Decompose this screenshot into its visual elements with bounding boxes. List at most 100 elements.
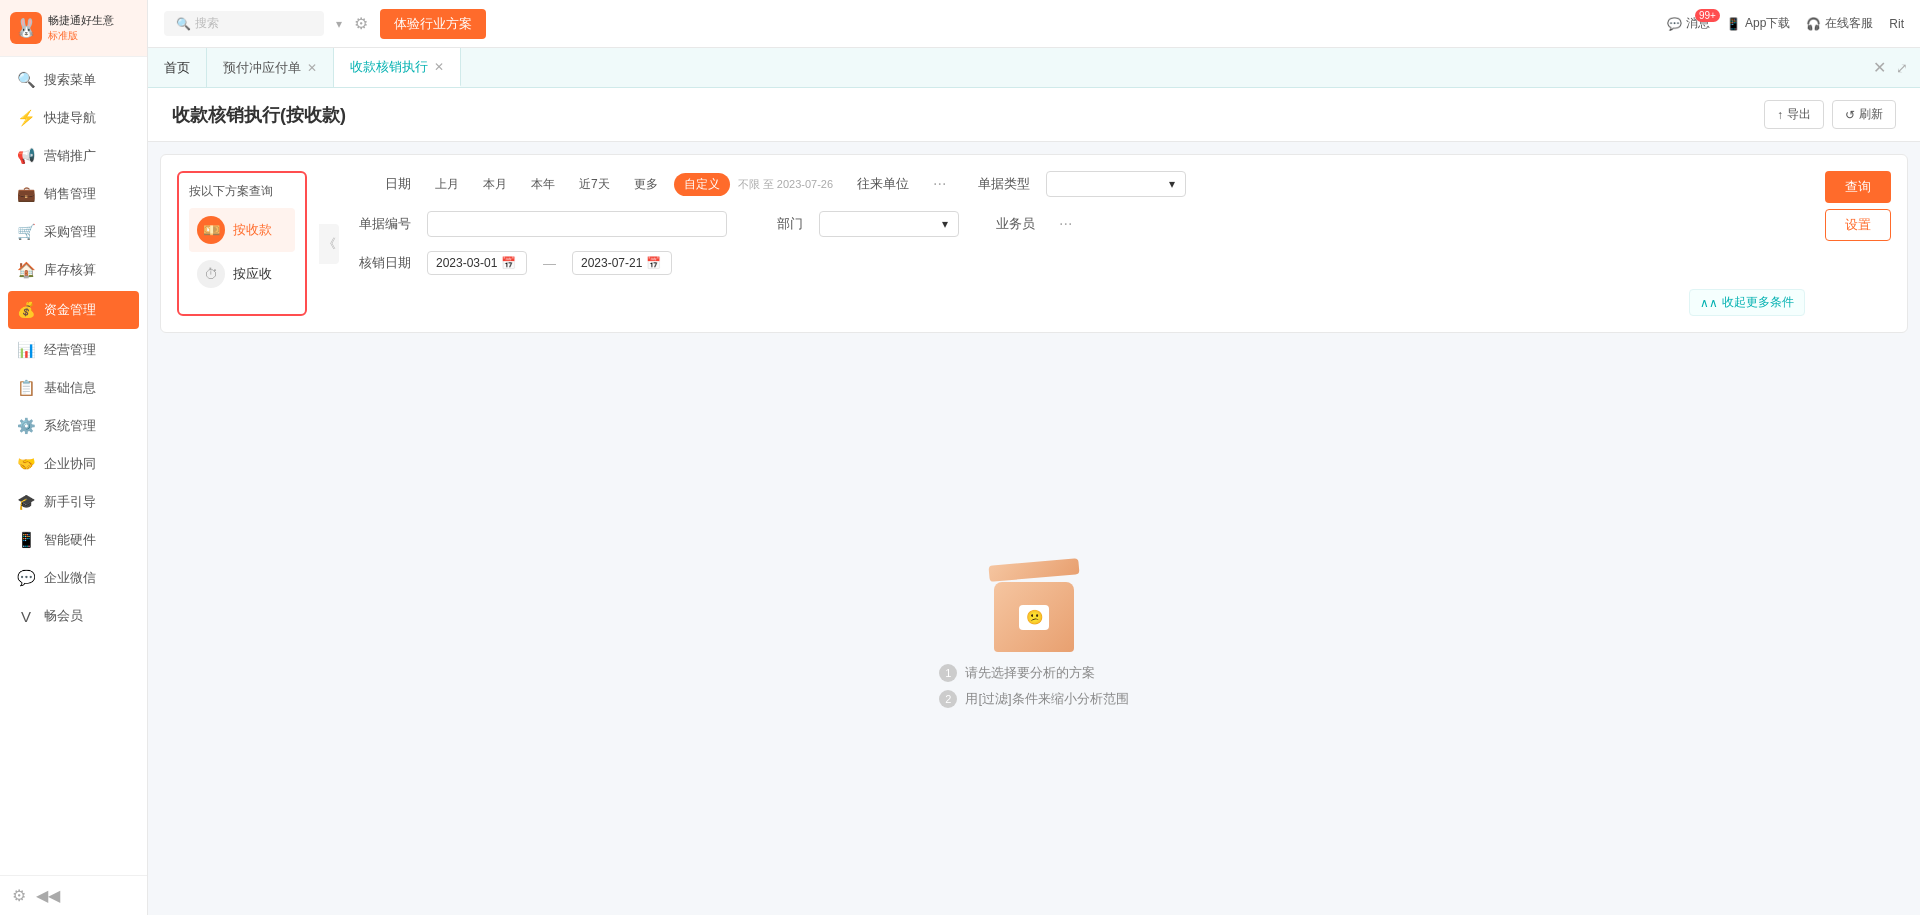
doc-no-input[interactable]	[427, 211, 727, 237]
date-range-note: 不限 至 2023-07-26	[738, 177, 833, 192]
message-button[interactable]: 💬 消息 99+	[1667, 15, 1710, 32]
sidebar-item-basic[interactable]: 📋 基础信息	[0, 369, 147, 407]
dropdown-icon[interactable]: ▾	[336, 17, 342, 31]
receipt-option-icon: 💴	[197, 216, 225, 244]
sidebar-item-enterprise[interactable]: 🤝 企业协同	[0, 445, 147, 483]
sidebar-item-label: 企业协同	[44, 455, 96, 473]
refresh-button[interactable]: ↺ 刷新	[1832, 100, 1896, 129]
service-label: 在线客服	[1825, 15, 1873, 32]
sidebar-item-label: 新手引导	[44, 493, 96, 511]
sidebar-item-marketing[interactable]: 📢 营销推广	[0, 137, 147, 175]
system-nav-icon: ⚙️	[16, 417, 36, 435]
sidebar-item-sales[interactable]: 💼 销售管理	[0, 175, 147, 213]
settings-bottom-icon[interactable]: ⚙	[12, 886, 26, 905]
sidebar-item-system[interactable]: ⚙️ 系统管理	[0, 407, 147, 445]
dept-label: 部门	[743, 215, 803, 233]
empty-tip-1: 1 请先选择要分析的方案	[939, 664, 1128, 682]
expand-tab-icon[interactable]: ⤢	[1896, 60, 1908, 76]
finance-nav-icon: 💰	[16, 301, 36, 319]
box-body: 😕	[994, 582, 1074, 652]
sidebar-item-guide[interactable]: 🎓 新手引导	[0, 483, 147, 521]
main-area: 🔍 搜索 ▾ ⚙ 体验行业方案 💬 消息 99+ 📱 App下载 🎧 在线客服 …	[148, 0, 1920, 915]
export-button[interactable]: ↑ 导出	[1764, 100, 1824, 129]
sidebar-item-finance[interactable]: 💰 资金管理	[8, 291, 139, 329]
topbar-right: 💬 消息 99+ 📱 App下载 🎧 在线客服 Rit	[1667, 15, 1904, 32]
sidebar-item-label: 快捷导航	[44, 109, 96, 127]
dept-select[interactable]: ▾	[819, 211, 959, 237]
content-area: 收款核销执行(按收款) ↑ 导出 ↺ 刷新 按以下方案查询 💴 按收款	[148, 88, 1920, 915]
page-title: 收款核销执行(按收款)	[172, 103, 346, 127]
sidebar-item-purchase[interactable]: 🛒 采购管理	[0, 213, 147, 251]
basic-nav-icon: 📋	[16, 379, 36, 397]
app-icon: 📱	[1726, 17, 1741, 31]
empty-tip-2: 2 用[过滤]条件来缩小分析范围	[939, 690, 1128, 708]
collapse-filter-button[interactable]: 《	[319, 224, 339, 264]
query-button[interactable]: 查询	[1825, 171, 1891, 203]
doc-type-select[interactable]: ▾	[1046, 171, 1186, 197]
prepay-tab-close-icon[interactable]: ✕	[307, 61, 317, 75]
date-more[interactable]: 更多	[626, 173, 666, 196]
operations-nav-icon: 📊	[16, 341, 36, 359]
filter-main: 日期 上月 本月 本年 近7天 更多 自定义 不限 至 2023-07-26 往…	[351, 171, 1805, 316]
sidebar-item-inventory[interactable]: 🏠 库存核算	[0, 251, 147, 289]
sales-nav-icon: 💼	[16, 185, 36, 203]
topbar-search[interactable]: 🔍 搜索	[164, 11, 324, 36]
hardware-nav-icon: 📱	[16, 531, 36, 549]
partner-label: 往来单位	[849, 175, 909, 193]
sidebar-item-label: 经营管理	[44, 341, 96, 359]
filter-actions: 查询 设置	[1825, 171, 1891, 316]
date-this-month[interactable]: 本月	[475, 173, 515, 196]
refresh-label: 刷新	[1859, 106, 1883, 123]
gear-icon[interactable]: ⚙	[354, 14, 368, 33]
sidebar-item-label: 资金管理	[44, 301, 96, 319]
collapse-sidebar-icon[interactable]: ◀◀	[36, 886, 60, 905]
sidebar-item-label: 销售管理	[44, 185, 96, 203]
verify-tab-label: 收款核销执行	[350, 58, 428, 76]
filter-option-by-receipt[interactable]: 💴 按收款	[189, 208, 295, 252]
partner-picker-icon[interactable]: ···	[925, 175, 954, 193]
dept-chevron-icon: ▾	[942, 217, 948, 231]
filter-option-by-receivable[interactable]: ⏱ 按应收	[189, 252, 295, 296]
sidebar: 🐰 畅捷通好生意 标准版 🔍 搜索菜单 ⚡ 快捷导航 📢 营销推广 💼 销售管理…	[0, 0, 148, 915]
export-icon: ↑	[1777, 108, 1783, 122]
search-nav-icon: 🔍	[16, 71, 36, 89]
verify-tab-close-icon[interactable]: ✕	[434, 60, 444, 74]
guide-nav-icon: 🎓	[16, 493, 36, 511]
sidebar-item-wechat[interactable]: 💬 企业微信	[0, 559, 147, 597]
tab-home[interactable]: 首页	[148, 48, 207, 87]
verify-date-start[interactable]: 2023-03-01 📅	[427, 251, 527, 275]
date-this-year[interactable]: 本年	[523, 173, 563, 196]
verify-date-end[interactable]: 2023-07-21 📅	[572, 251, 672, 275]
solution-button[interactable]: 体验行业方案	[380, 9, 486, 39]
sidebar-item-member[interactable]: V 畅会员	[0, 597, 147, 635]
collapse-more-label: 收起更多条件	[1722, 294, 1794, 311]
tab-prepay[interactable]: 预付冲应付单 ✕	[207, 48, 334, 87]
sidebar-item-shortcut[interactable]: ⚡ 快捷导航	[0, 99, 147, 137]
date-last-month[interactable]: 上月	[427, 173, 467, 196]
receipt-option-label: 按收款	[233, 221, 272, 239]
sidebar-item-search[interactable]: 🔍 搜索菜单	[0, 61, 147, 99]
sidebar-item-operations[interactable]: 📊 经营管理	[0, 331, 147, 369]
user-name[interactable]: Rit	[1889, 17, 1904, 31]
verify-date-label: 核销日期	[351, 254, 411, 272]
setting-button[interactable]: 设置	[1825, 209, 1891, 241]
app-download-button[interactable]: 📱 App下载	[1726, 15, 1790, 32]
sidebar-bottom: ⚙ ◀◀	[0, 875, 147, 915]
tab-verify[interactable]: 收款核销执行 ✕	[334, 48, 461, 87]
prepay-tab-label: 预付冲应付单	[223, 59, 301, 77]
collapse-more-button[interactable]: ∧∧ 收起更多条件	[1689, 289, 1805, 316]
date-7days[interactable]: 近7天	[571, 173, 618, 196]
tabbar-actions: ✕ ⤢	[1861, 48, 1920, 87]
sidebar-item-label: 基础信息	[44, 379, 96, 397]
sidebar-item-hardware[interactable]: 📱 智能硬件	[0, 521, 147, 559]
close-tab-icon[interactable]: ✕	[1873, 58, 1886, 77]
receivable-option-icon: ⏱	[197, 260, 225, 288]
online-service-button[interactable]: 🎧 在线客服	[1806, 15, 1873, 32]
receivable-option-label: 按应收	[233, 265, 272, 283]
sidebar-item-label: 采购管理	[44, 223, 96, 241]
doc-no-label: 单据编号	[351, 215, 411, 233]
doc-type-label: 单据类型	[970, 175, 1030, 193]
staff-picker-icon[interactable]: ···	[1051, 215, 1080, 233]
date-group: 上月 本月 本年 近7天 更多 自定义 不限 至 2023-07-26	[427, 173, 833, 196]
date-custom[interactable]: 自定义	[674, 173, 730, 196]
